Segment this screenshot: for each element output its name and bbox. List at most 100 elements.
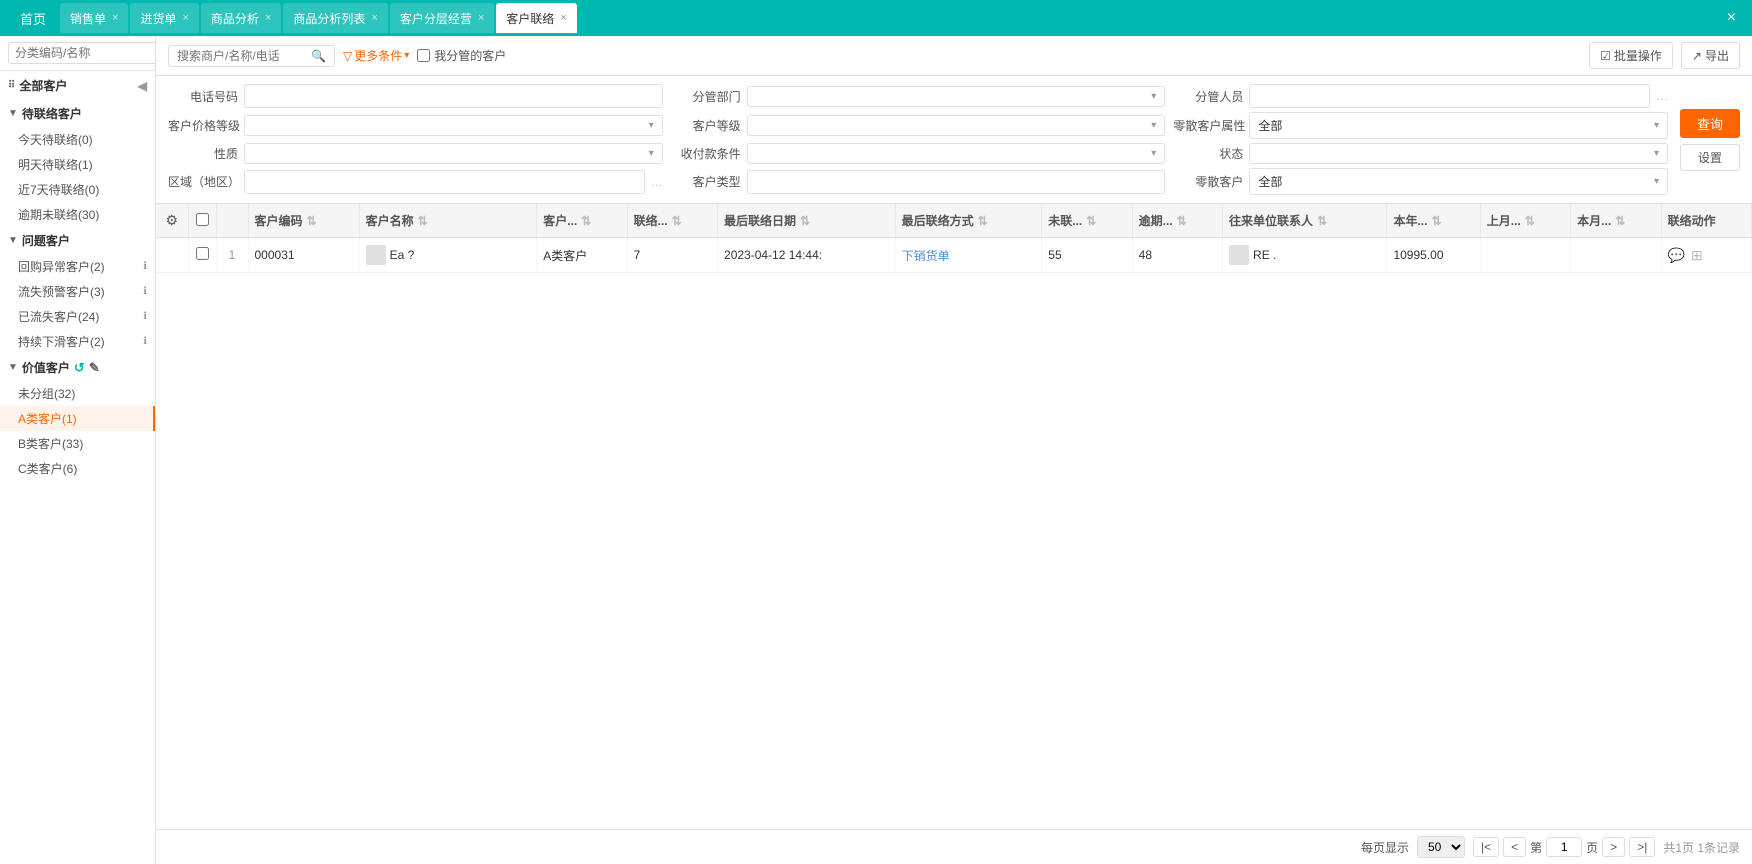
- col-last-month: 上月...⇅: [1480, 204, 1570, 238]
- query-button[interactable]: 查询: [1680, 109, 1740, 138]
- price-level-select[interactable]: ▾: [244, 115, 663, 136]
- row-overdue-cell: 48: [1132, 238, 1222, 273]
- sidebar-item-ungroup[interactable]: 未分组(32): [0, 381, 155, 406]
- tab-product-analysis[interactable]: 商品分析 ×: [201, 3, 281, 33]
- filter-search-icon[interactable]: 🔍: [311, 49, 326, 63]
- sidebar-item-repurchase-abnormal[interactable]: 回购异常客户(2) ℹ: [0, 254, 155, 279]
- close-tab-segment[interactable]: ×: [478, 12, 484, 24]
- batch-check-icon: ☑: [1600, 49, 1611, 63]
- sort-icon-name[interactable]: ⇅: [418, 214, 428, 228]
- sort-icon-code[interactable]: ⇅: [307, 214, 317, 228]
- batch-op-button[interactable]: ☑ 批量操作: [1589, 42, 1673, 69]
- sort-icon-overdue[interactable]: ⇅: [1177, 214, 1187, 228]
- sidebar-item-class-a[interactable]: A类客户(1): [0, 406, 155, 431]
- tab-sales-order[interactable]: 销售单 ×: [60, 3, 128, 33]
- nature-select[interactable]: ▾: [244, 143, 663, 164]
- sidebar-group-title-pending[interactable]: ▼ 待联络客户: [0, 100, 155, 127]
- settings-button[interactable]: 设置: [1680, 144, 1740, 171]
- sort-icon-no-contact[interactable]: ⇅: [1086, 214, 1096, 228]
- sidebar-item-7days[interactable]: 近7天待联络(0): [0, 177, 155, 202]
- per-page-select[interactable]: 50: [1417, 836, 1465, 858]
- sort-icon-last-method[interactable]: ⇅: [978, 214, 988, 228]
- sidebar-item-class-c[interactable]: C类客户(6): [0, 456, 155, 481]
- visit-avatar-block: [1229, 245, 1249, 265]
- info-icon-4: ℹ: [143, 336, 147, 347]
- person-input[interactable]: [1249, 84, 1650, 108]
- table-settings-button[interactable]: ⚙: [165, 212, 178, 229]
- next-page-button[interactable]: >: [1602, 837, 1625, 857]
- row-this-year-cell: 10995.00: [1387, 238, 1480, 273]
- filter-search-input[interactable]: [177, 49, 307, 63]
- close-tab-purchase[interactable]: ×: [182, 12, 188, 24]
- app-close-button[interactable]: ×: [1719, 9, 1744, 27]
- sidebar-item-class-b[interactable]: B类客户(33): [0, 431, 155, 456]
- region-more-icon[interactable]: …: [651, 175, 663, 189]
- close-tab-prod-analysis[interactable]: ×: [265, 12, 271, 24]
- sidebar-item-churned[interactable]: 已流失客户(24) ℹ: [0, 304, 155, 329]
- sidebar-group-problem: ▼ 问题客户 回购异常客户(2) ℹ 流失预警客户(3) ℹ 已流失客户(24)…: [0, 227, 155, 354]
- sort-icon-visit[interactable]: ⇅: [1317, 214, 1327, 228]
- chat-action-icon[interactable]: 💬: [1668, 247, 1685, 264]
- payment-select[interactable]: ▾: [747, 143, 1166, 164]
- refresh-icon[interactable]: ↺: [74, 360, 85, 376]
- filter-payment: 收付款条件 ▾: [671, 143, 1166, 164]
- person-more-icon[interactable]: …: [1656, 89, 1668, 103]
- sidebar-item-declining[interactable]: 持续下滑客户(2) ℹ: [0, 329, 155, 354]
- more-filters-button[interactable]: ▽ 更多条件 ▾: [343, 47, 409, 64]
- sort-icon-contact[interactable]: ⇅: [672, 214, 682, 228]
- col-customer-code: 客户编码⇅: [248, 204, 359, 238]
- tab-purchase-order[interactable]: 进货单 ×: [130, 3, 198, 33]
- cust-level-select[interactable]: ▾: [747, 115, 1166, 136]
- sort-icon-last-month[interactable]: ⇅: [1525, 214, 1535, 228]
- price-level-chevron: ▾: [649, 120, 654, 131]
- drag-dots-icon: ⠿: [8, 80, 15, 91]
- dept-select[interactable]: ▾: [747, 86, 1166, 107]
- status-select[interactable]: ▾: [1249, 143, 1668, 164]
- last-method-link[interactable]: 下销货单: [902, 249, 950, 263]
- export-button[interactable]: ↗ 导出: [1681, 42, 1740, 69]
- edit-group-icon[interactable]: ✎: [89, 360, 100, 376]
- close-tab-sales[interactable]: ×: [112, 12, 118, 24]
- grid-action-icon[interactable]: ⊞: [1691, 247, 1703, 264]
- row-checkbox[interactable]: [196, 247, 209, 260]
- my-customers-check-input[interactable]: [417, 49, 430, 62]
- sidebar-collapse-icon[interactable]: ◀: [138, 79, 147, 93]
- sidebar-item-churn-warning[interactable]: 流失预警客户(3) ℹ: [0, 279, 155, 304]
- cust-type-input[interactable]: [747, 170, 1166, 194]
- tab-product-analysis-list[interactable]: 商品分析列表 ×: [283, 3, 387, 33]
- row-last-month-cell: [1480, 238, 1570, 273]
- info-icon-3: ℹ: [143, 311, 147, 322]
- row-contact-cell: 7: [627, 238, 717, 273]
- scatter-cust-select[interactable]: 全部 ▾: [1249, 168, 1668, 195]
- sidebar-item-overdue[interactable]: 逾期未联络(30): [0, 202, 155, 227]
- region-input[interactable]: [244, 170, 645, 194]
- sidebar-group-title-problem[interactable]: ▼ 问题客户: [0, 227, 155, 254]
- sidebar-all-customers-header[interactable]: ⠿ 全部客户 ◀: [0, 71, 155, 100]
- content-area: 🔍 ▽ 更多条件 ▾ 我分管的客户 ☑ 批量操作 ↗ 导出: [156, 36, 1752, 864]
- page-nav: |< < 第 页 > >|: [1473, 837, 1655, 857]
- select-all-checkbox[interactable]: [196, 213, 209, 226]
- sort-icon-type[interactable]: ⇅: [581, 214, 591, 228]
- close-tab-prod-list[interactable]: ×: [371, 12, 377, 24]
- row-code-cell: 000031: [248, 238, 359, 273]
- sidebar-item-today[interactable]: 今天待联络(0): [0, 127, 155, 152]
- sort-icon-this-year[interactable]: ⇅: [1431, 214, 1441, 228]
- first-page-button[interactable]: |<: [1473, 837, 1499, 857]
- sort-icon-this-month[interactable]: ⇅: [1615, 214, 1625, 228]
- col-last-method: 最后联络方式⇅: [895, 204, 1042, 238]
- close-tab-contact[interactable]: ×: [560, 12, 566, 24]
- my-customers-checkbox[interactable]: 我分管的客户: [417, 47, 506, 64]
- sidebar-group-title-value[interactable]: ▼ 价值客户 ↺ ✎: [0, 354, 155, 381]
- page-number-input[interactable]: [1546, 837, 1582, 857]
- tab-customer-contact[interactable]: 客户联络 ×: [496, 3, 576, 33]
- home-nav[interactable]: 首页: [8, 0, 58, 36]
- scatter-attr-select[interactable]: 全部 ▾: [1249, 112, 1668, 139]
- advanced-filter: 电话号码 分管部门 ▾ 分管人员 …: [156, 76, 1752, 204]
- tab-customer-segment[interactable]: 客户分层经营 ×: [390, 3, 494, 33]
- phone-input[interactable]: [244, 84, 663, 108]
- sidebar-search-input[interactable]: [8, 42, 156, 64]
- prev-page-button[interactable]: <: [1503, 837, 1526, 857]
- sidebar-item-tomorrow[interactable]: 明天待联络(1): [0, 152, 155, 177]
- last-page-button[interactable]: >|: [1629, 837, 1655, 857]
- sort-icon-last-date[interactable]: ⇅: [800, 214, 810, 228]
